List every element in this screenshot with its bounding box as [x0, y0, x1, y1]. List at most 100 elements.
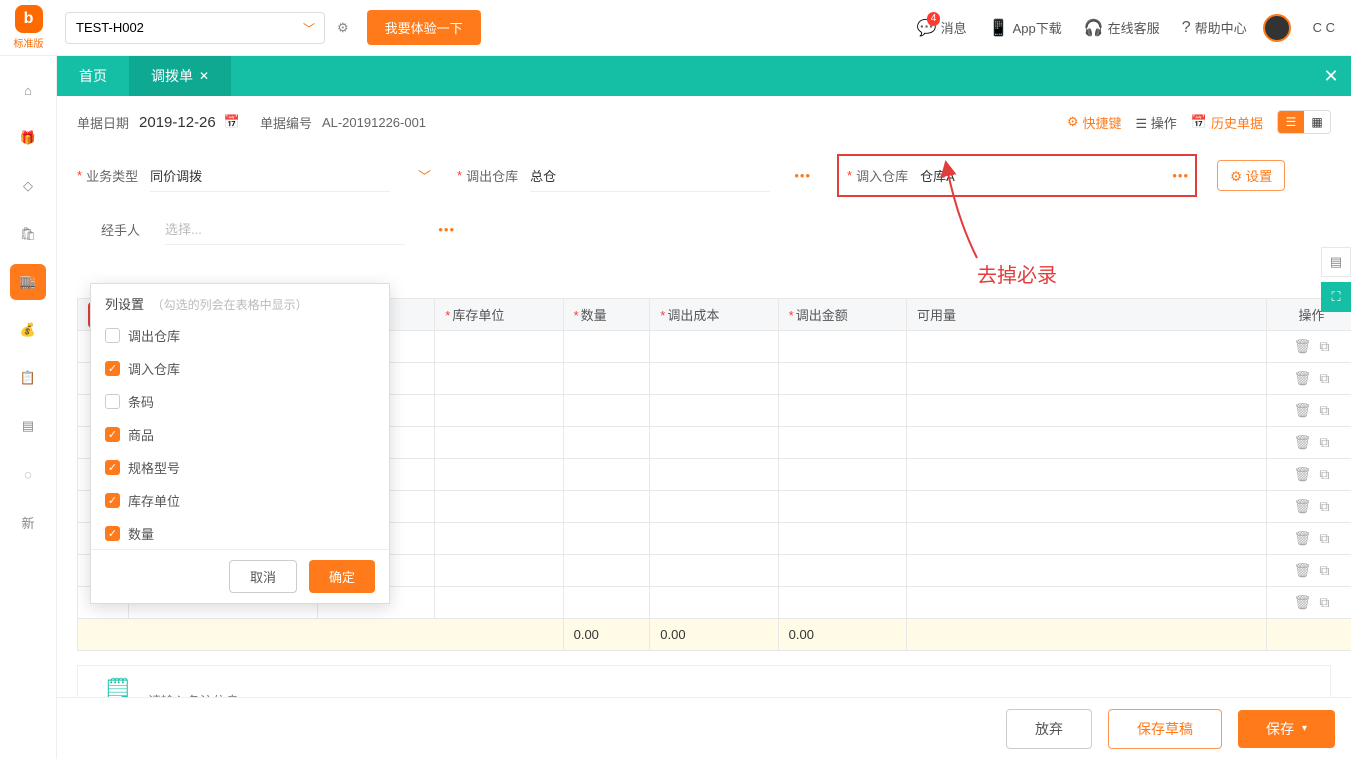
- logo[interactable]: b 标准版: [0, 5, 57, 50]
- left-rail: ⌂ 🎁 ◇ 🛍 🏬 💰 📋 ▤ ◌ 新: [0, 56, 57, 759]
- delete-icon[interactable]: 🗑: [1294, 402, 1312, 418]
- delete-icon[interactable]: 🗑: [1294, 594, 1312, 610]
- more-icon: •••: [794, 168, 811, 183]
- shortcut-link[interactable]: ⚙快捷键: [1067, 113, 1122, 132]
- gear-icon: ⚙: [1067, 114, 1079, 130]
- delete-icon[interactable]: 🗑: [1294, 370, 1312, 386]
- topbar: b 标准版 ﹀ ⚙ 我要体验一下 💬 4 消息 📱 App下载 🎧 在线客服 ?…: [0, 0, 1351, 56]
- user-name[interactable]: C C: [1313, 20, 1335, 35]
- column-option[interactable]: ✓库存单位: [105, 484, 375, 517]
- side-expand-button[interactable]: ⛶: [1321, 282, 1351, 312]
- form-row-1: *业务类型 同价调拨 ﹀ *调出仓库 总仓 ••• *调入仓库 仓库A ••• …: [57, 148, 1351, 207]
- ops-menu[interactable]: ☰ 操作: [1136, 113, 1177, 132]
- org-select[interactable]: ﹀: [65, 12, 325, 44]
- settings-button[interactable]: ⚙ 设置: [1217, 160, 1285, 191]
- column-option[interactable]: ✓调入仓库: [105, 352, 375, 385]
- field-out-warehouse[interactable]: *调出仓库 总仓 •••: [457, 160, 817, 192]
- copy-icon[interactable]: ⧉: [1319, 498, 1329, 514]
- view-list[interactable]: ☰: [1278, 111, 1304, 133]
- copy-icon[interactable]: ⧉: [1319, 562, 1329, 578]
- rail-new-icon[interactable]: 新: [10, 504, 46, 540]
- rail-home-icon[interactable]: ⌂: [10, 72, 46, 108]
- rail-bag-icon[interactable]: 🛍: [10, 216, 46, 252]
- sum-qty: 0.00: [563, 619, 650, 651]
- tab-transfer-order[interactable]: 调拨单✕: [129, 56, 231, 96]
- discard-button[interactable]: 放弃: [1006, 709, 1092, 749]
- field-handler[interactable]: 经手人 选择... •••: [101, 213, 461, 245]
- close-all-tabs[interactable]: ✕: [1311, 56, 1351, 96]
- chevron-down-icon: ﹀: [418, 166, 431, 185]
- field-in-warehouse[interactable]: *调入仓库 仓库A •••: [837, 154, 1197, 197]
- copy-icon[interactable]: ⧉: [1319, 402, 1329, 418]
- column-option[interactable]: ✓规格型号: [105, 451, 375, 484]
- sum-out-cost: 0.00: [650, 619, 778, 651]
- field-biz-type[interactable]: *业务类型 同价调拨 ﹀: [77, 160, 437, 192]
- footer: 放弃 保存草稿 保存▾: [57, 697, 1351, 759]
- delete-icon[interactable]: 🗑: [1294, 530, 1312, 546]
- ok-button[interactable]: 确定: [309, 560, 375, 593]
- logo-subtext: 标准版: [14, 35, 44, 50]
- checkbox-icon: [105, 328, 120, 343]
- rail-gift-icon[interactable]: 🎁: [10, 120, 46, 156]
- nav-service[interactable]: 🎧 在线客服: [1084, 18, 1160, 38]
- nav-help[interactable]: ? 帮助中心: [1182, 18, 1247, 37]
- copy-icon[interactable]: ⧉: [1319, 434, 1329, 450]
- copy-icon[interactable]: ⧉: [1319, 338, 1329, 354]
- chevron-down-icon: ▾: [1302, 723, 1307, 734]
- copy-icon[interactable]: ⧉: [1319, 370, 1329, 386]
- checkbox-icon: ✓: [105, 493, 120, 508]
- save-draft-button[interactable]: 保存草稿: [1108, 709, 1222, 749]
- calendar-icon[interactable]: 📅: [224, 114, 240, 130]
- delete-icon[interactable]: 🗑: [1294, 498, 1312, 514]
- trial-button[interactable]: 我要体验一下: [367, 10, 481, 45]
- column-option[interactable]: 调出仓库: [105, 319, 375, 352]
- popover-title: 列设置: [105, 297, 144, 312]
- avatar[interactable]: [1263, 14, 1291, 42]
- checkbox-icon: ✓: [105, 460, 120, 475]
- col-qty: *数量: [563, 299, 650, 331]
- rail-tag-icon[interactable]: ◇: [10, 168, 46, 204]
- delete-icon[interactable]: 🗑: [1294, 434, 1312, 450]
- side-notes-button[interactable]: ▤: [1321, 247, 1351, 277]
- logo-icon: b: [15, 5, 43, 33]
- col-out-amount: *调出金额: [778, 299, 906, 331]
- rail-clipboard-icon[interactable]: 📋: [10, 360, 46, 396]
- column-option[interactable]: ✓商品: [105, 418, 375, 451]
- rail-detail-icon[interactable]: ▤: [10, 408, 46, 444]
- col-out-cost: *调出成本: [650, 299, 778, 331]
- summary-row: 0.00 0.00 0.00: [78, 619, 1351, 651]
- nav-messages[interactable]: 💬 4 消息: [917, 18, 967, 38]
- rail-loading-icon[interactable]: ◌: [10, 456, 46, 492]
- column-option[interactable]: ✓数量: [105, 517, 375, 549]
- delete-icon[interactable]: 🗑: [1294, 338, 1312, 354]
- nav-app-download[interactable]: 📱 App下载: [989, 18, 1062, 38]
- view-toggle: ☰ ▦: [1277, 110, 1331, 134]
- delete-icon[interactable]: 🗑: [1294, 466, 1312, 482]
- annotation-text: 去掉必录: [977, 259, 1351, 288]
- rail-warehouse-icon[interactable]: 🏬: [10, 264, 46, 300]
- copy-icon[interactable]: ⧉: [1319, 594, 1329, 610]
- date-value[interactable]: 2019-12-26: [139, 114, 216, 131]
- checkbox-icon: ✓: [105, 526, 120, 541]
- sum-out-amount: 0.00: [778, 619, 906, 651]
- calendar-icon: 📅: [1191, 114, 1207, 130]
- close-icon[interactable]: ✕: [199, 69, 209, 83]
- org-select-input[interactable]: [65, 12, 325, 44]
- gear-icon: ⚙: [1230, 169, 1242, 184]
- help-icon: ?: [1182, 19, 1191, 37]
- date-label: 单据日期: [77, 113, 129, 132]
- gear-icon[interactable]: ⚙: [337, 20, 349, 36]
- view-grid[interactable]: ▦: [1304, 111, 1330, 133]
- tab-home[interactable]: 首页: [57, 56, 129, 96]
- delete-icon[interactable]: 🗑: [1294, 562, 1312, 578]
- code-value: AL-20191226-001: [322, 115, 426, 130]
- more-icon: •••: [438, 222, 455, 237]
- save-button[interactable]: 保存▾: [1238, 710, 1335, 748]
- rail-money-icon[interactable]: 💰: [10, 312, 46, 348]
- popover-hint: （勾选的列会在表格中显示）: [152, 298, 308, 312]
- column-option[interactable]: 条码: [105, 385, 375, 418]
- copy-icon[interactable]: ⧉: [1319, 466, 1329, 482]
- copy-icon[interactable]: ⧉: [1319, 530, 1329, 546]
- history-link[interactable]: 📅历史单据: [1191, 113, 1263, 132]
- cancel-button[interactable]: 取消: [229, 560, 297, 593]
